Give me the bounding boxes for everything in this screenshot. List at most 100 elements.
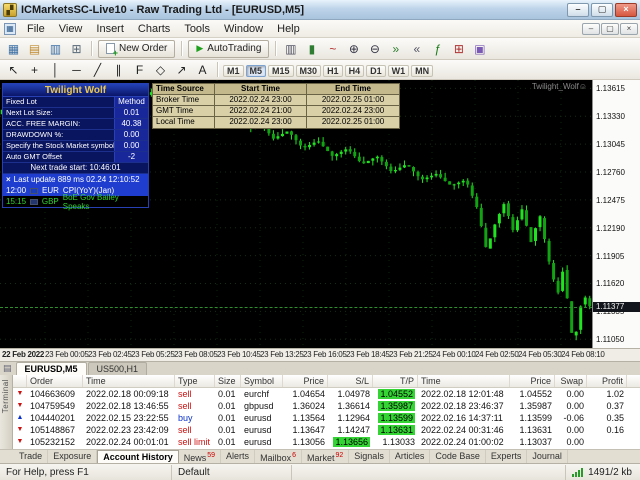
standard-toolbar: ▦▤▥⊞ New Order ▶ AutoTrading ▥▮~⊕⊖»«ƒ⊞▣	[0, 38, 640, 60]
terminal-tabs: Trade Exposure Account History News59 Alerts…	[0, 449, 640, 463]
chart-plot[interactable]: Twilight Wolf Fixed Lot Method Next Lot Si…	[0, 80, 592, 348]
chart-shift-icon[interactable]: «	[407, 40, 426, 58]
history-col-header[interactable]: Swap	[555, 375, 587, 387]
history-col-header[interactable]	[13, 375, 27, 387]
close-button[interactable]: ×	[615, 2, 637, 17]
trendline-icon[interactable]: ╱	[88, 61, 107, 79]
terminal-tab-signals[interactable]: Signals	[349, 450, 390, 463]
timeframe-m30[interactable]: M30	[295, 64, 322, 77]
minimize-button[interactable]: –	[567, 2, 589, 17]
indicators-icon[interactable]: ƒ	[428, 40, 447, 58]
price-axis[interactable]: 1.13615 1.13330 1.13045 1.12760 1.12475 1.121…	[592, 80, 640, 348]
menu-item-help[interactable]: Help	[270, 22, 307, 36]
history-col-header[interactable]: Symbol	[241, 375, 283, 387]
history-row[interactable]: ▼ 105148867 2022.02.23 23:42:09 sell 0.01 eur…	[13, 424, 640, 436]
candles-chart-icon[interactable]: ▮	[302, 40, 321, 58]
history-row[interactable]: ▼ 104663609 2022.02.18 00:09:18 sell 0.01 eur…	[13, 388, 640, 400]
history-col-header[interactable]: Price	[283, 375, 328, 387]
menu-item-tools[interactable]: Tools	[177, 22, 217, 36]
zoom-in-icon[interactable]: ⊕	[344, 40, 363, 58]
horizontal-line-icon[interactable]: ─	[67, 61, 86, 79]
terminal-tab-news[interactable]: News59	[179, 450, 222, 463]
news-item[interactable]: 15:15 GBP BoE Gov Bailey Speaks	[3, 193, 148, 211]
bars-chart-icon[interactable]: ▥	[281, 40, 300, 58]
maximize-button[interactable]: ▢	[591, 2, 613, 17]
text-icon[interactable]: A	[193, 61, 212, 79]
history-col-header[interactable]: Profit	[587, 375, 627, 387]
history-col-header[interactable]: T/P	[373, 375, 418, 387]
data-window-icon[interactable]: ⊞	[67, 40, 86, 58]
line-chart-icon[interactable]: ~	[323, 40, 342, 58]
history-col-header[interactable]: Time	[418, 375, 510, 387]
channel-icon[interactable]: ∥	[109, 61, 128, 79]
price-axis-label: 1.12475	[596, 195, 625, 205]
menu-item-window[interactable]: Window	[217, 22, 270, 36]
menu-item-view[interactable]: View	[52, 22, 90, 36]
fibonacci-icon[interactable]: F	[130, 61, 149, 79]
timeframe-d1[interactable]: D1	[366, 64, 386, 77]
shapes-icon[interactable]: ◇	[151, 61, 170, 79]
chart-minimize-button[interactable]: –	[582, 22, 600, 35]
menu-item-file[interactable]: File	[20, 22, 52, 36]
toolbar-separator	[275, 41, 277, 56]
arrows-icon[interactable]: ↗	[172, 61, 191, 79]
history-col-header[interactable]: Order	[27, 375, 83, 387]
toolbar-separator	[217, 62, 218, 77]
chart-restore-button[interactable]: ▢	[601, 22, 619, 35]
new-order-button[interactable]: New Order	[98, 39, 176, 58]
ticker-close-icon[interactable]: ×	[6, 175, 11, 184]
cursor-icon[interactable]: ↖	[4, 61, 23, 79]
history-row[interactable]: ▼ 104759549 2022.02.18 13:46:55 sell 0.01 gbp…	[13, 400, 640, 412]
timeframe-h4[interactable]: H4	[344, 64, 365, 77]
crosshair-icon[interactable]: +	[25, 61, 44, 79]
profiles-icon[interactable]: ▤	[25, 40, 44, 58]
chart-tab-eurusd-m5[interactable]: EURUSD,M5	[15, 362, 87, 375]
chart-tab-us500-h1[interactable]: US500,H1	[87, 362, 148, 375]
timeframe-m15[interactable]: M15	[268, 64, 294, 77]
terminal-tab-account-history[interactable]: Account History	[97, 450, 179, 463]
terminal-tab-code-base[interactable]: Code Base	[430, 450, 486, 463]
history-col-header[interactable]: Price	[510, 375, 555, 387]
news-currency: GBP	[41, 197, 59, 206]
terminal-tab-experts[interactable]: Experts	[486, 450, 528, 463]
ea-setting-value: 0.00	[114, 141, 148, 151]
timeframe-m1[interactable]: M1	[223, 64, 244, 77]
terminal-tab-journal[interactable]: Journal	[527, 450, 568, 463]
new-chart-icon[interactable]: ▦	[4, 40, 23, 58]
terminal-tab-mailbox[interactable]: Mailbox6	[255, 450, 302, 463]
timeframe-w1[interactable]: W1	[387, 64, 410, 77]
terminal-tab-trade[interactable]: Trade	[14, 450, 49, 463]
price-axis-label: 1.13045	[596, 140, 625, 150]
history-col-header[interactable]: S/L	[328, 375, 373, 387]
autotrading-button[interactable]: ▶ AutoTrading	[188, 39, 270, 58]
history-row[interactable]: ▲ 104440201 2022.02.15 23:22:55 buy 0.01 euru…	[13, 412, 640, 424]
terminal-tab-alerts[interactable]: Alerts	[221, 450, 256, 463]
zoom-out-icon[interactable]: ⊖	[365, 40, 384, 58]
terminal-tab-articles[interactable]: Articles	[390, 450, 431, 463]
timeframe-m5[interactable]: M5	[245, 64, 267, 77]
timeframe-h1[interactable]: H1	[323, 64, 343, 77]
terminal-tab-market[interactable]: Market92	[302, 450, 350, 463]
currency-flag-icon	[30, 187, 39, 194]
status-profile[interactable]: Default	[172, 464, 292, 480]
market-watch-icon[interactable]: ▥	[46, 40, 65, 58]
vertical-line-icon[interactable]: │	[46, 61, 65, 79]
menu-item-insert[interactable]: Insert	[89, 22, 131, 36]
chart-list-icon[interactable]: ▤	[3, 363, 12, 374]
menu-item-charts[interactable]: Charts	[131, 22, 177, 36]
terminal-tab-exposure[interactable]: Exposure	[48, 450, 98, 463]
autoscroll-icon[interactable]: »	[386, 40, 405, 58]
chart-window-icon[interactable]: ▦	[4, 22, 16, 35]
templates-icon[interactable]: ▣	[470, 40, 489, 58]
history-col-header[interactable]: Time	[83, 375, 175, 387]
history-col-header[interactable]: Type	[175, 375, 215, 387]
app-logo-icon: ▞	[3, 2, 17, 17]
history-col-header[interactable]: Size	[215, 375, 241, 387]
timeframe-mn[interactable]: MN	[411, 64, 434, 77]
time-axis[interactable]: 22 Feb 2022 23 Feb 00:05 23 Feb 02:45 23 Fe…	[0, 348, 640, 361]
tab-badge: 92	[335, 452, 344, 459]
navigator-icon[interactable]: ⊞	[449, 40, 468, 58]
ea-setting-value: 0.00	[114, 130, 148, 140]
chart-close-button[interactable]: ×	[620, 22, 638, 35]
history-row[interactable]: ▼ 105232152 2022.02.24 00:01:01 sell limit 0…	[13, 436, 640, 448]
